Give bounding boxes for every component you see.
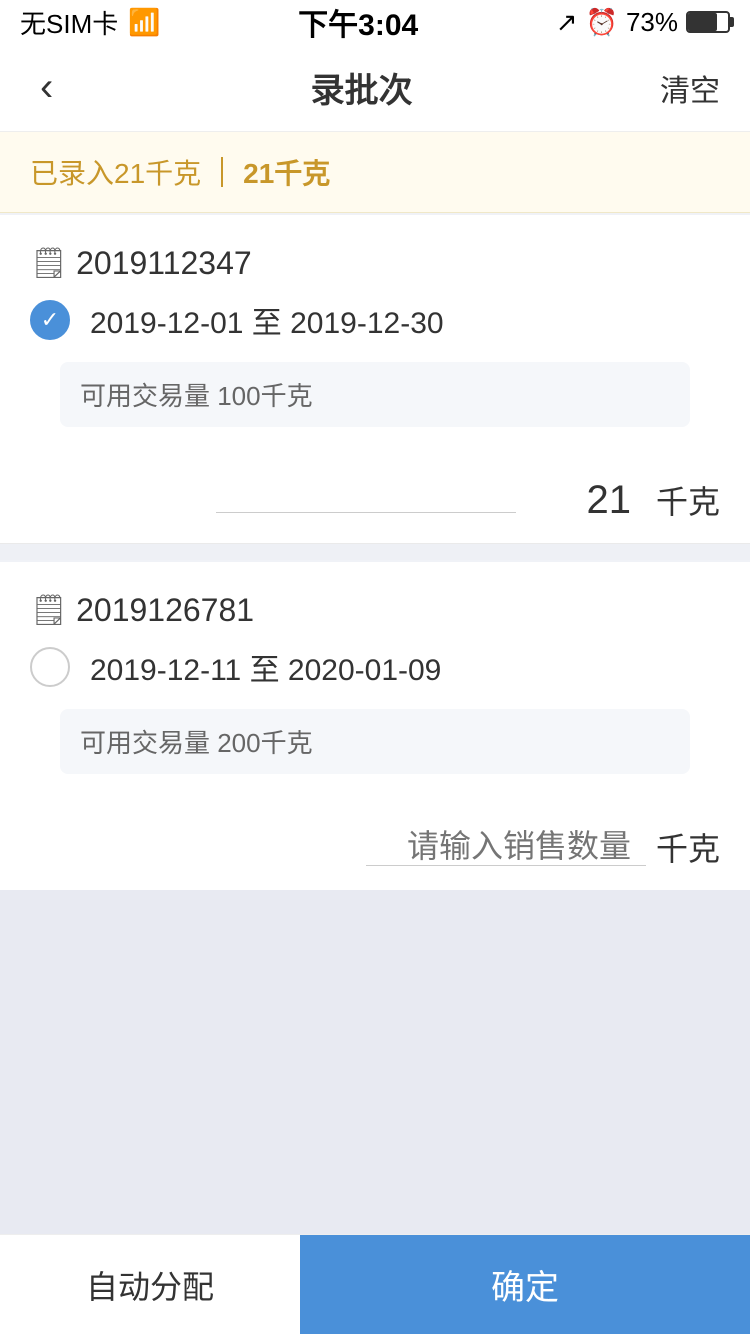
batch1-id-row: 🗒 2019112347 xyxy=(30,245,720,282)
batch1-avail-wrap: 可用交易量 100千克 xyxy=(0,362,750,457)
batch1-id: 2019112347 xyxy=(76,245,252,282)
info-divider xyxy=(221,157,223,187)
status-left: 无SIM卡 📶 xyxy=(20,4,161,41)
batch1-underline xyxy=(216,512,516,513)
wifi-icon: 📶 xyxy=(128,7,160,38)
batch2-avail-wrap: 可用交易量 200千克 xyxy=(0,709,750,804)
status-time: 下午3:04 xyxy=(298,0,418,44)
battery-percent: 73% xyxy=(626,7,678,38)
batch2-id: 2019126781 xyxy=(76,592,254,629)
batch1-check-icon: ✓ xyxy=(41,307,59,333)
page-title: 录批次 xyxy=(311,63,413,112)
back-button[interactable]: ‹ xyxy=(30,55,63,120)
section-separator xyxy=(0,544,750,560)
batch1-radio[interactable]: ✓ xyxy=(30,300,70,340)
batch1-date-row[interactable]: ✓ 2019-12-01 至 2019-12-30 xyxy=(30,298,720,342)
battery-icon xyxy=(686,11,730,33)
auto-distribute-button[interactable]: 自动分配 xyxy=(0,1235,300,1334)
recorded-text: 已录入21千克 xyxy=(30,152,201,192)
confirm-button[interactable]: 确定 xyxy=(300,1235,750,1334)
nav-bar: ‹ 录批次 清空 xyxy=(0,44,750,132)
batch2-radio[interactable] xyxy=(30,647,70,687)
batch1-unit: 千克 xyxy=(656,477,720,523)
batch2-date-row[interactable]: 2019-12-11 至 2020-01-09 xyxy=(30,645,720,689)
batch2-avail: 可用交易量 200千克 xyxy=(60,709,690,774)
batch2-input-row: 千克 xyxy=(0,804,750,890)
location-icon: ↗ xyxy=(556,7,578,38)
alarm-icon: ⏰ xyxy=(586,7,618,38)
batch1-item: 🗒 2019112347 ✓ 2019-12-01 至 2019-12-30 xyxy=(0,215,750,342)
status-bar: 无SIM卡 📶 下午3:04 ↗ ⏰ 73% xyxy=(0,0,750,44)
batch2-quantity-input[interactable] xyxy=(366,828,646,866)
info-banner: 已录入21千克 21千克 xyxy=(0,132,750,213)
total-text: 21千克 xyxy=(243,152,330,192)
batch1-avail: 可用交易量 100千克 xyxy=(60,362,690,427)
carrier-text: 无SIM卡 xyxy=(20,4,118,41)
batch2-item: 🗒 2019126781 2019-12-11 至 2020-01-09 xyxy=(0,562,750,689)
batch2-card: 🗒 2019126781 2019-12-11 至 2020-01-09 可用交… xyxy=(0,562,750,890)
batch2-date: 2019-12-11 至 2020-01-09 xyxy=(90,645,441,689)
batch2-unit: 千克 xyxy=(656,824,720,870)
batch2-id-row: 🗒 2019126781 xyxy=(30,592,720,629)
batch2-doc-icon: 🗒 xyxy=(30,593,68,628)
status-right: ↗ ⏰ 73% xyxy=(556,7,730,38)
bottom-bar: 自动分配 确定 xyxy=(0,1234,750,1334)
batch1-quantity-row: 千克 xyxy=(0,457,750,544)
batch1-date: 2019-12-01 至 2019-12-30 xyxy=(90,298,444,342)
batch1-doc-icon: 🗒 xyxy=(30,246,68,281)
batch1-card: 🗒 2019112347 ✓ 2019-12-01 至 2019-12-30 可… xyxy=(0,215,750,544)
batch1-quantity-input[interactable] xyxy=(526,478,646,523)
clear-button[interactable]: 清空 xyxy=(660,66,720,110)
